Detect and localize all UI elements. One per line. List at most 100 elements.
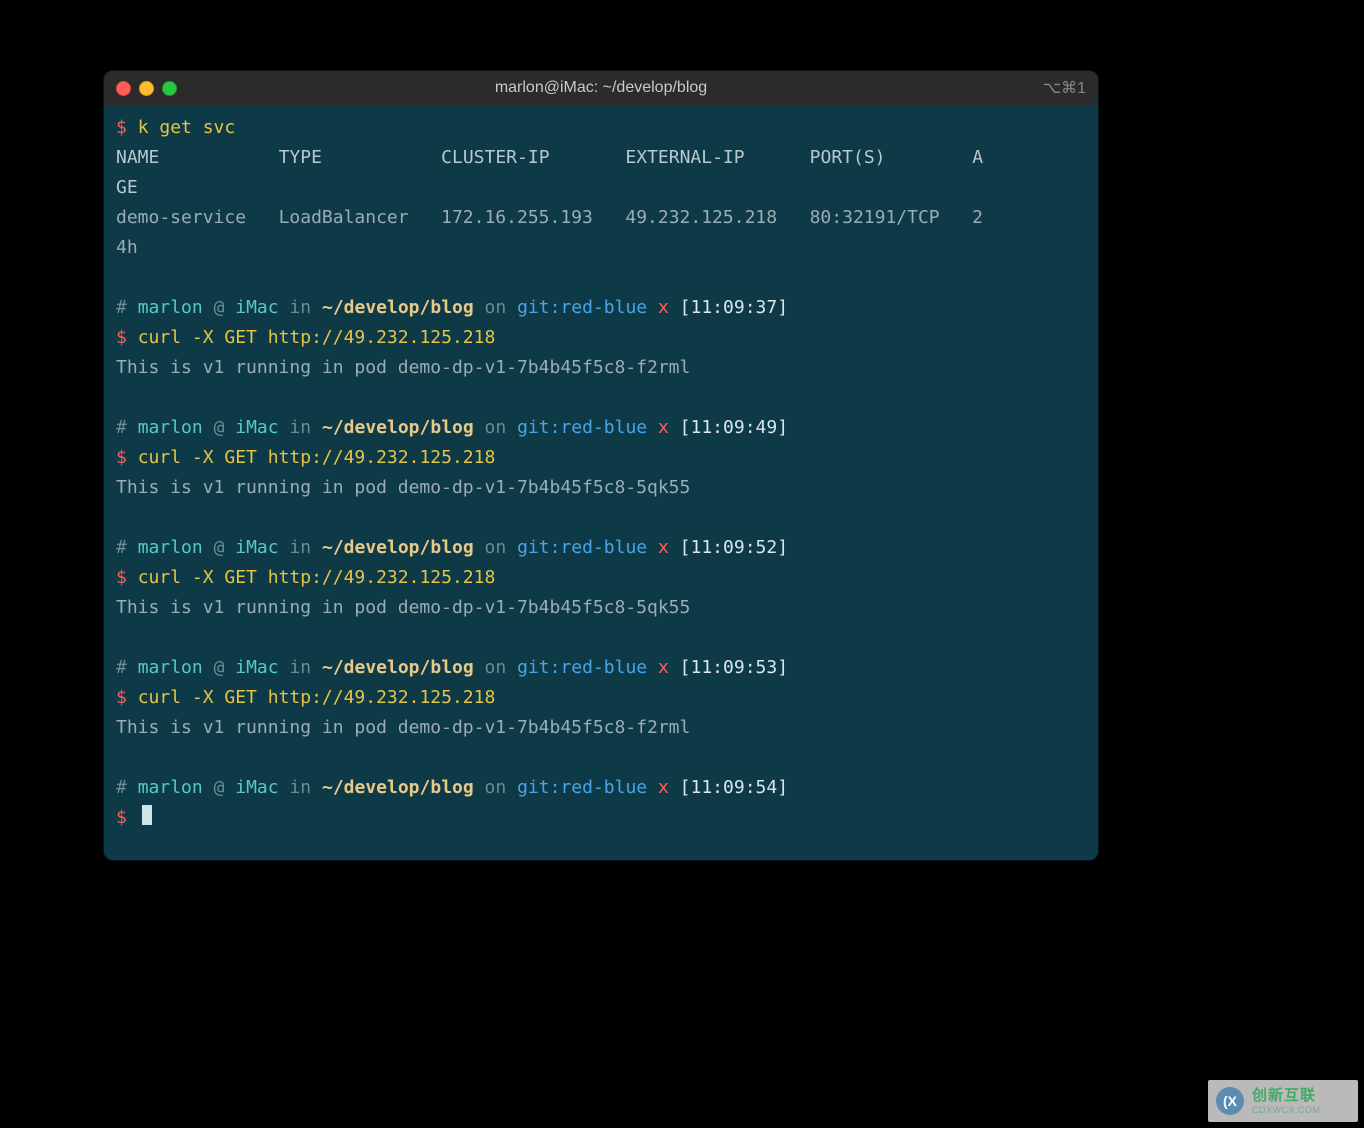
out-0: This is v1 running in pod demo-dp-v1-7b4… [116,357,690,378]
svc-name: demo-service [116,207,246,228]
prompt-on: on [485,417,507,438]
prompt-time: [11:09:37] [680,297,788,318]
out-3: This is v1 running in pod demo-dp-v1-7b4… [116,717,690,738]
prompt-dollar: $ [116,447,127,468]
hdr-clusterip: CLUSTER-IP [441,147,549,168]
terminal-window: marlon@iMac: ~/develop/blog ⌥⌘1 $ k get … [103,70,1099,861]
git-dirty: x [658,537,669,558]
git-prefix: git: [517,297,560,318]
svc-ports: 80:32191/TCP [810,207,940,228]
prompt-hash: # [116,777,127,798]
prompt-path: ~/develop/blog [322,537,474,558]
prompt-path: ~/develop/blog [322,777,474,798]
prompt-dollar: $ [116,687,127,708]
prompt-on: on [485,777,507,798]
prompt-dollar: $ [116,807,127,828]
prompt-in: in [289,777,311,798]
git-prefix: git: [517,657,560,678]
prompt-dollar: $ [116,117,127,138]
prompt-time: [11:09:52] [680,537,788,558]
watermark-logo-icon: (X [1216,1087,1244,1115]
hdr-ports: PORT(S) [810,147,886,168]
prompt-user: marlon [138,417,203,438]
hdr-type: TYPE [279,147,322,168]
prompt-git: git:red-blue [517,417,647,438]
watermark-small: CDXWCX.COM [1252,1106,1321,1115]
prompt-path: ~/develop/blog [322,417,474,438]
out-2: This is v1 running in pod demo-dp-v1-7b4… [116,597,690,618]
terminal-body[interactable]: $ k get svc NAME TYPE CLUSTER-IP EXTERNA… [104,105,1098,845]
prompt-host: iMac [235,537,278,558]
prompt-dollar: $ [116,327,127,348]
prompt-time: [11:09:54] [680,777,788,798]
cursor-icon [142,805,152,825]
prompt-at: @ [214,297,225,318]
prompt-time: [11:09:53] [680,657,788,678]
prompt-hash: # [116,657,127,678]
prompt-git: git:red-blue [517,537,647,558]
cmd-curl-3: curl -X GET http://49.232.125.218 [138,687,496,708]
git-prefix: git: [517,537,560,558]
git-prefix: git: [517,777,560,798]
titlebar[interactable]: marlon@iMac: ~/develop/blog ⌥⌘1 [104,71,1098,105]
svc-age1: 2 [972,207,983,228]
hdr-name: NAME [116,147,159,168]
prompt-in: in [289,657,311,678]
prompt-user: marlon [138,297,203,318]
prompt-host: iMac [235,657,278,678]
prompt-user: marlon [138,657,203,678]
prompt-at: @ [214,417,225,438]
svc-externalip: 49.232.125.218 [625,207,777,228]
prompt-at: @ [214,657,225,678]
git-dirty: x [658,657,669,678]
git-prefix: git: [517,417,560,438]
prompt-in: in [289,537,311,558]
svc-type: LoadBalancer [279,207,409,228]
prompt-hash: # [116,297,127,318]
prompt-path: ~/develop/blog [322,297,474,318]
git-branch: red-blue [560,297,647,318]
prompt-in: in [289,417,311,438]
prompt-hash: # [116,417,127,438]
git-branch: red-blue [560,657,647,678]
prompt-host: iMac [235,777,278,798]
prompt-in: in [289,297,311,318]
hdr-age-a: A [972,147,983,168]
git-dirty: x [658,297,669,318]
git-branch: red-blue [560,777,647,798]
prompt-host: iMac [235,417,278,438]
prompt-at: @ [214,777,225,798]
out-1: This is v1 running in pod demo-dp-v1-7b4… [116,477,690,498]
window-shortcut: ⌥⌘1 [1043,78,1086,98]
watermark-big: 创新互联 [1252,1088,1321,1103]
svc-headers: NAME TYPE CLUSTER-IP EXTERNAL-IP PORT(S)… [116,147,983,168]
prompt-on: on [485,297,507,318]
prompt-on: on [485,537,507,558]
prompt-on: on [485,657,507,678]
watermark-text: 创新互联 CDXWCX.COM [1252,1088,1321,1115]
cmd-curl-0: curl -X GET http://49.232.125.218 [138,327,496,348]
git-dirty: x [658,777,669,798]
prompt-user: marlon [138,777,203,798]
cmd-curl-2: curl -X GET http://49.232.125.218 [138,567,496,588]
stage: marlon@iMac: ~/develop/blog ⌥⌘1 $ k get … [0,0,1364,1128]
cmd-k-get-svc: k get svc [138,117,236,138]
prompt-host: iMac [235,297,278,318]
window-title: marlon@iMac: ~/develop/blog [104,79,1098,97]
svc-age2: 4h [116,237,138,258]
prompt-hash: # [116,537,127,558]
prompt-at: @ [214,537,225,558]
prompt-time: [11:09:49] [680,417,788,438]
watermark: (X 创新互联 CDXWCX.COM [1208,1080,1358,1122]
prompt-user: marlon [138,537,203,558]
prompt-git: git:red-blue [517,297,647,318]
prompt-git: git:red-blue [517,777,647,798]
prompt-dollar: $ [116,567,127,588]
git-branch: red-blue [560,537,647,558]
svc-row: demo-service LoadBalancer 172.16.255.193… [116,207,983,228]
hdr-externalip: EXTERNAL-IP [625,147,744,168]
cmd-curl-1: curl -X GET http://49.232.125.218 [138,447,496,468]
git-branch: red-blue [560,417,647,438]
hdr-age-ge: GE [116,177,138,198]
svc-clusterip: 172.16.255.193 [441,207,593,228]
